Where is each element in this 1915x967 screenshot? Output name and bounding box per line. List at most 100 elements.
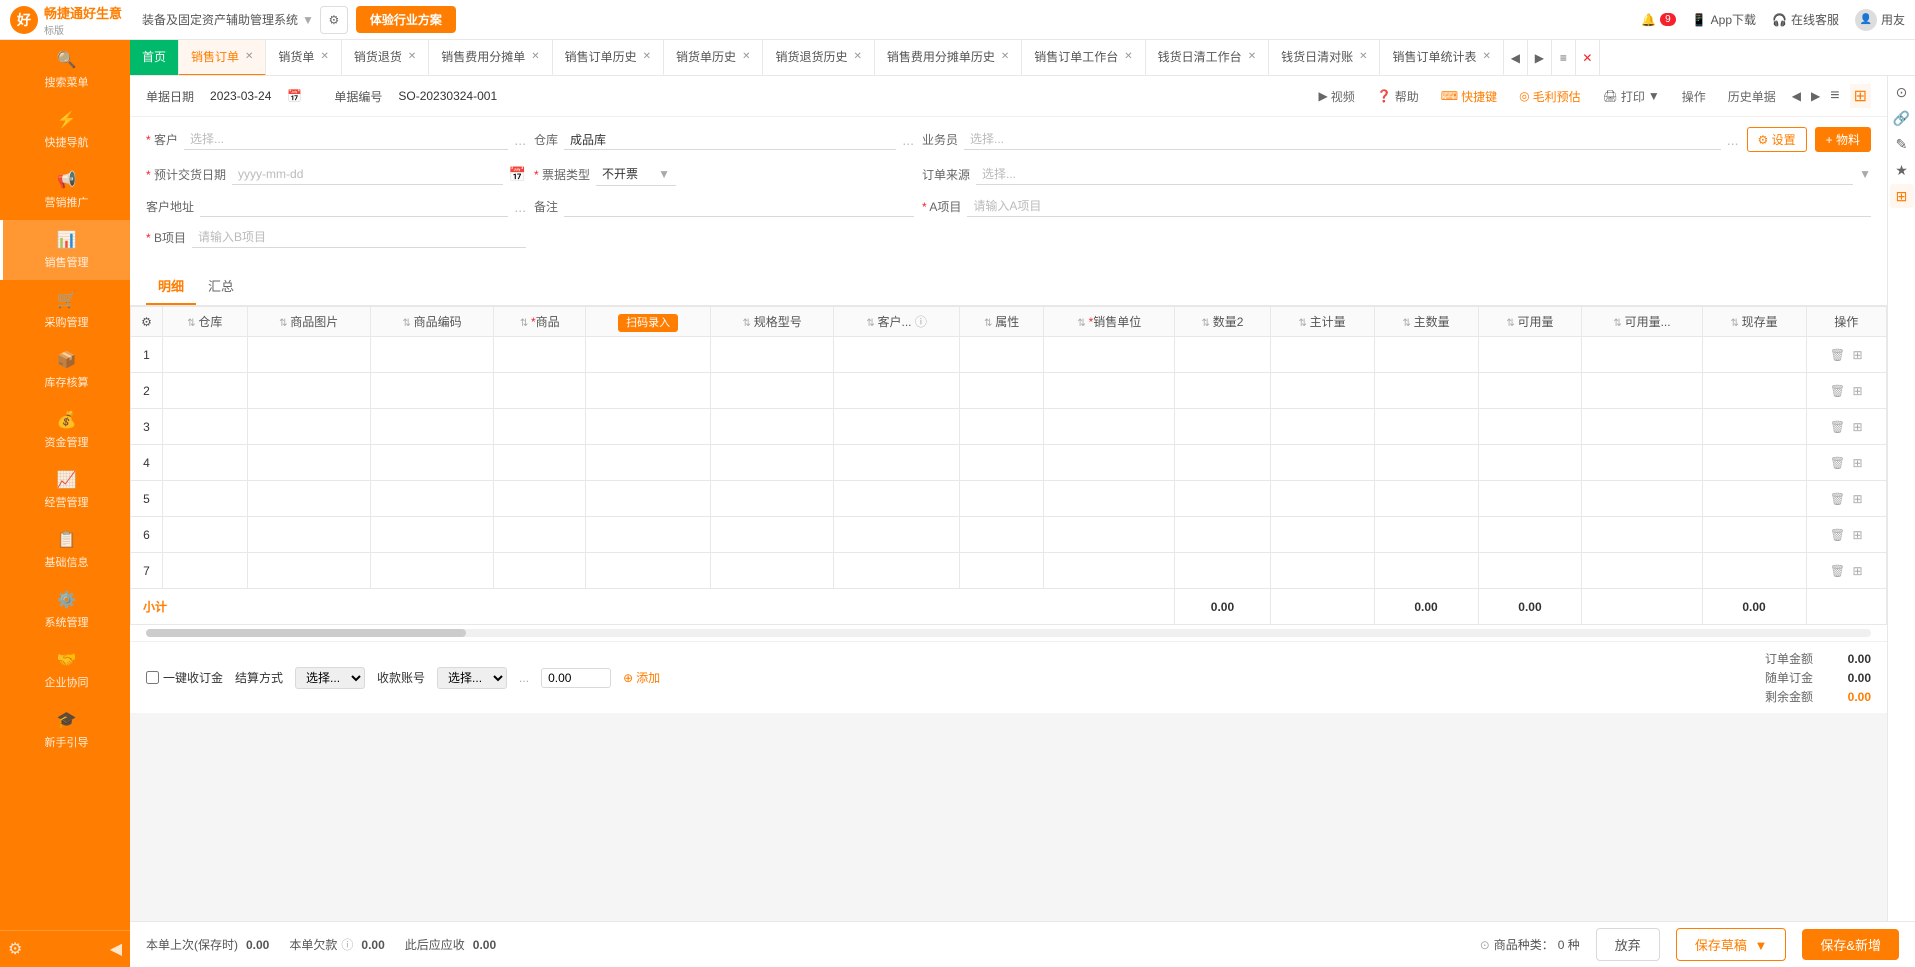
settings-form-btn[interactable]: ⚙ 设置 bbox=[1747, 127, 1807, 152]
row1-image[interactable] bbox=[247, 337, 370, 373]
scroll-thumb[interactable] bbox=[146, 629, 466, 637]
sidebar-item-inventory[interactable]: 📦 库存核算 bbox=[0, 340, 130, 400]
th-product-image[interactable]: 商品图片 bbox=[247, 307, 370, 337]
sidebar-item-operation[interactable]: 📈 经营管理 bbox=[0, 460, 130, 520]
warehouse-input[interactable] bbox=[564, 129, 896, 150]
th-main-quantity[interactable]: 主数量 bbox=[1374, 307, 1478, 337]
tab-sales-order[interactable]: 销售订单 ✕ bbox=[179, 40, 266, 76]
solution-button[interactable]: 体验行业方案 bbox=[356, 6, 456, 33]
row1-qty2[interactable] bbox=[1175, 337, 1270, 373]
order-source-input[interactable] bbox=[976, 164, 1853, 185]
delete-icon[interactable]: 🗑 bbox=[1830, 384, 1845, 398]
th-settings[interactable]: ⚙ bbox=[131, 307, 163, 337]
delete-icon[interactable]: 🗑 bbox=[1830, 420, 1845, 434]
right-icon-link[interactable]: 🔗 bbox=[1890, 106, 1914, 130]
right-icon-circle[interactable]: ⊙ bbox=[1890, 80, 1914, 104]
row1-avail[interactable] bbox=[1478, 337, 1582, 373]
add-payment-btn[interactable]: ⊕ 添加 bbox=[623, 669, 660, 686]
tab-sales-refund-history-close[interactable]: ✕ bbox=[853, 51, 861, 62]
customer-expand-icon[interactable]: ... bbox=[514, 132, 526, 148]
sidebar-item-guide[interactable]: 🎓 新手引导 bbox=[0, 700, 130, 760]
th-scan[interactable]: 扫码录入 bbox=[586, 307, 711, 337]
row7-ops[interactable]: 🗑 ⊞ bbox=[1806, 553, 1887, 589]
th-available[interactable]: 可用量 bbox=[1478, 307, 1582, 337]
view-btn[interactable]: ▶ 视频 bbox=[1313, 86, 1361, 107]
row1-scan[interactable] bbox=[586, 337, 711, 373]
th-main-unit[interactable]: 主计量 bbox=[1270, 307, 1374, 337]
account-select[interactable]: 选择... bbox=[437, 667, 507, 689]
payment-method-select[interactable]: 选择... bbox=[295, 667, 365, 689]
salesperson-expand-icon[interactable]: ... bbox=[1727, 132, 1739, 148]
profit-btn[interactable]: ◎ 毛利预估 bbox=[1513, 86, 1587, 107]
tab-next-btn[interactable]: ▶ bbox=[1528, 40, 1552, 76]
calendar-icon[interactable]: 📅 bbox=[287, 89, 302, 103]
th-warehouse[interactable]: 仓库 bbox=[163, 307, 248, 337]
sidebar-settings-icon[interactable]: ⚙ bbox=[8, 939, 22, 959]
history-btn[interactable]: 历史单据 bbox=[1722, 86, 1782, 107]
print-btn[interactable]: 🖨 打印 ▼ bbox=[1597, 86, 1666, 107]
notification-item[interactable]: 🔔 9 bbox=[1641, 13, 1676, 27]
nav-next-btn[interactable]: ▶ bbox=[1811, 89, 1820, 103]
view-grid-icon[interactable]: ⊞ bbox=[1850, 84, 1871, 108]
copy-icon[interactable]: ⊞ bbox=[1853, 528, 1863, 542]
th-available2[interactable]: 可用量... bbox=[1582, 307, 1702, 337]
tab-sales-return-history-close[interactable]: ✕ bbox=[742, 51, 750, 62]
tab-cash-daily-reconcile-close[interactable]: ✕ bbox=[1359, 51, 1367, 62]
delete-icon[interactable]: 🗑 bbox=[1830, 528, 1845, 542]
tab-sales-refund-history[interactable]: 销货退货历史 ✕ bbox=[763, 40, 874, 76]
operations-btn[interactable]: 操作 bbox=[1676, 86, 1712, 107]
tab-sales-refund-close[interactable]: ✕ bbox=[408, 51, 416, 62]
salesperson-input[interactable] bbox=[964, 129, 1721, 150]
th-customer-code[interactable]: 客户... ⓘ bbox=[834, 307, 960, 337]
tab-sales-order-stats[interactable]: 销售订单统计表 ✕ bbox=[1380, 40, 1503, 76]
row6-ops[interactable]: 🗑 ⊞ bbox=[1806, 517, 1887, 553]
customer-address-expand-icon[interactable]: ... bbox=[514, 199, 526, 215]
save-draft-chevron-icon[interactable]: ▼ bbox=[1754, 938, 1767, 953]
row1-cust-code[interactable] bbox=[834, 337, 960, 373]
tab-home[interactable]: 首页 bbox=[130, 40, 179, 76]
th-product-code[interactable]: 商品编码 bbox=[370, 307, 493, 337]
row2-ops[interactable]: 🗑 ⊞ bbox=[1806, 373, 1887, 409]
expected-date-calendar-icon[interactable]: 📅 bbox=[509, 166, 526, 183]
one-click-check-input[interactable] bbox=[146, 671, 159, 684]
tab-sales-order-workbench[interactable]: 销售订单工作台 ✕ bbox=[1022, 40, 1145, 76]
remarks-input[interactable] bbox=[564, 196, 914, 217]
delete-icon[interactable]: 🗑 bbox=[1830, 564, 1845, 578]
view-list-icon[interactable]: ≡ bbox=[1830, 87, 1839, 105]
tab-sales-order-workbench-close[interactable]: ✕ bbox=[1124, 51, 1132, 62]
tab-sales-fee-split[interactable]: 销售费用分摊单 ✕ bbox=[429, 40, 552, 76]
user-item[interactable]: 👤 用友 bbox=[1855, 9, 1905, 31]
th-product[interactable]: *商品 bbox=[494, 307, 586, 337]
sidebar-item-sales[interactable]: 📊 销售管理 bbox=[0, 220, 130, 280]
tab-sales-order-history[interactable]: 销售订单历史 ✕ bbox=[553, 40, 664, 76]
sidebar-item-finance[interactable]: 💰 资金管理 bbox=[0, 400, 130, 460]
a-project-input[interactable] bbox=[967, 196, 1871, 217]
row5-ops[interactable]: 🗑 ⊞ bbox=[1806, 481, 1887, 517]
warehouse-expand-icon[interactable]: ... bbox=[902, 132, 914, 148]
sidebar-item-enterprise[interactable]: 🤝 企业协同 bbox=[0, 640, 130, 700]
delete-icon[interactable]: 🗑 bbox=[1830, 348, 1845, 362]
discard-button[interactable]: 放弃 bbox=[1596, 928, 1660, 961]
row3-ops[interactable]: 🗑 ⊞ bbox=[1806, 409, 1887, 445]
sidebar-item-system[interactable]: ⚙️ 系统管理 bbox=[0, 580, 130, 640]
sidebar-item-quick-nav[interactable]: ⚡ 快捷导航 bbox=[0, 100, 130, 160]
row1-ops[interactable]: 🗑 ⊞ bbox=[1806, 337, 1887, 373]
copy-icon[interactable]: ⊞ bbox=[1853, 348, 1863, 362]
sidebar-collapse-icon[interactable]: ◀ bbox=[110, 939, 122, 959]
row1-main-qty[interactable] bbox=[1374, 337, 1478, 373]
copy-icon[interactable]: ⊞ bbox=[1853, 384, 1863, 398]
row1-main-unit[interactable] bbox=[1270, 337, 1374, 373]
tab-sales-fee-history[interactable]: 销售费用分摊单历史 ✕ bbox=[875, 40, 1022, 76]
tab-sales-order-history-close[interactable]: ✕ bbox=[643, 51, 651, 62]
delete-icon[interactable]: 🗑 bbox=[1830, 456, 1845, 470]
row1-spec[interactable] bbox=[710, 337, 833, 373]
customer-input[interactable] bbox=[184, 129, 508, 150]
sidebar-item-purchase[interactable]: 🛒 采购管理 bbox=[0, 280, 130, 340]
scroll-track[interactable] bbox=[146, 629, 1871, 637]
right-icon-star[interactable]: ★ bbox=[1890, 158, 1914, 182]
tab-cash-daily-workbench-close[interactable]: ✕ bbox=[1248, 51, 1256, 62]
amount-dots[interactable]: ... bbox=[519, 671, 529, 685]
row1-warehouse[interactable] bbox=[163, 337, 248, 373]
th-current-stock[interactable]: 现存量 bbox=[1702, 307, 1806, 337]
sidebar-item-basic[interactable]: 📋 基础信息 bbox=[0, 520, 130, 580]
